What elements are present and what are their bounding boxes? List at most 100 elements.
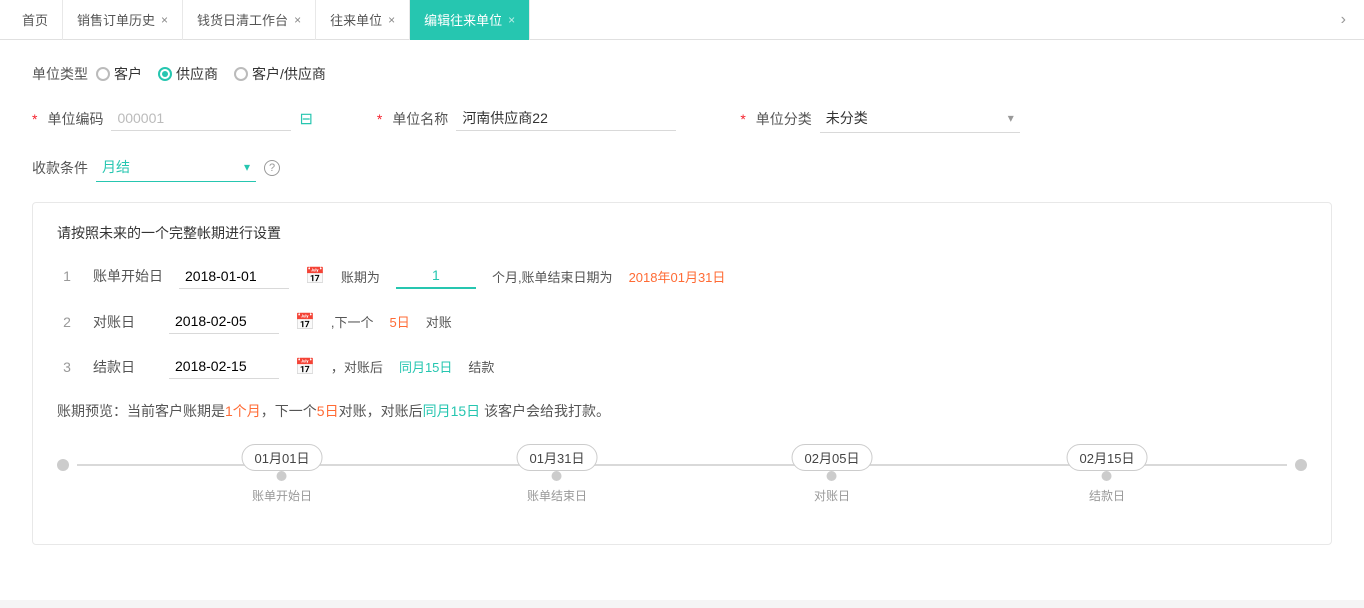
period-cal-2[interactable]: 📅 <box>295 312 315 332</box>
preview-part4: 对账，对账后 <box>339 403 423 419</box>
timeline-node-4: 02月15日 结款日 <box>1067 444 1148 504</box>
timeline-node-1: 01月01日 账单开始日 <box>242 444 323 504</box>
tab-cash-work-label: 钱货日清工作台 <box>197 10 288 29</box>
unit-type-label: 单位类型 <box>32 64 88 84</box>
timeline-end-dot <box>1295 459 1307 471</box>
radio-customer-circle[interactable] <box>96 67 110 81</box>
payment-condition-value: 月结 <box>102 157 238 177</box>
radio-both[interactable]: 客户/供应商 <box>234 64 326 84</box>
radio-customer-label: 客户 <box>114 64 142 84</box>
timeline-dot-2 <box>552 471 562 481</box>
period-num-3: 3 <box>57 359 77 375</box>
payment-condition-field: 收款条件 月结 ▾ ? <box>32 153 280 182</box>
timeline-label-2: 账单结束日 <box>527 487 587 504</box>
radio-supplier[interactable]: 供应商 <box>158 64 218 84</box>
unit-category-chevron: ▾ <box>1008 111 1014 125</box>
radio-customer[interactable]: 客户 <box>96 64 142 84</box>
period-date-3[interactable] <box>169 354 279 379</box>
tab-sales-history[interactable]: 销售订单历史 × <box>63 0 183 40</box>
timeline-dot-4 <box>1102 471 1112 481</box>
tab-more-button[interactable]: › <box>1331 11 1356 29</box>
close-sales-history-icon[interactable]: × <box>161 13 168 27</box>
unit-code-copy-icon[interactable]: ⊟ <box>299 109 312 129</box>
period-end-date: 2018年01月31日 <box>629 267 726 286</box>
payment-condition-label: 收款条件 <box>32 158 88 178</box>
radio-both-circle[interactable] <box>234 67 248 81</box>
period-desc-3-highlight: 同月15日 <box>399 357 452 376</box>
radio-supplier-circle[interactable] <box>158 67 172 81</box>
period-label-3: 结款日 <box>93 357 153 377</box>
payment-condition-row: 收款条件 月结 ▾ ? <box>32 153 1332 182</box>
preview-part2: ，下一个 <box>261 403 317 419</box>
period-desc-2-prefix: ,下一个 <box>331 312 374 331</box>
timeline: 01月01日 账单开始日 01月31日 账单结束日 02月05日 对账日 02月… <box>57 444 1307 524</box>
payment-condition-select[interactable]: 月结 ▾ <box>96 153 256 182</box>
period-desc-3-prefix: ，对账后 <box>331 357 383 376</box>
period-desc-prefix-1: 账期为 <box>341 267 380 286</box>
unit-category-field: * 单位分类 未分类 ▾ <box>740 104 1019 133</box>
timeline-badge-4: 02月15日 <box>1067 444 1148 471</box>
unit-name-field: * 单位名称 <box>377 106 676 131</box>
close-cash-work-icon[interactable]: × <box>294 13 301 27</box>
period-label-2: 对账日 <box>93 312 153 332</box>
preview-prefix: 账期预览：当前客户账期是 <box>57 403 225 419</box>
unit-category-required: * <box>740 111 745 127</box>
tab-contacts-label: 往来单位 <box>330 10 382 29</box>
tab-bar: 首页 销售订单历史 × 钱货日清工作台 × 往来单位 × 编辑往来单位 × › <box>0 0 1364 40</box>
period-row-1: 1 账单开始日 📅 账期为 个月,账单结束日期为 2018年01月31日 <box>57 263 1307 289</box>
period-months-input[interactable] <box>396 263 476 289</box>
main-content: 单位类型 客户 供应商 客户/供应商 * 单位编码 <box>0 40 1364 600</box>
unit-code-required: * <box>32 111 37 127</box>
unit-name-input[interactable] <box>456 106 676 131</box>
period-cal-3[interactable]: 📅 <box>295 357 315 377</box>
timeline-node-3: 02月05日 对账日 <box>792 444 873 504</box>
timeline-badge-1: 01月01日 <box>242 444 323 471</box>
period-row-3: 3 结款日 📅 ，对账后 同月15日 结款 <box>57 354 1307 379</box>
period-row-2: 2 对账日 📅 ,下一个 5日 对账 <box>57 309 1307 334</box>
period-cal-1[interactable]: 📅 <box>305 266 325 286</box>
timeline-badge-2: 01月31日 <box>517 444 598 471</box>
timeline-label-4: 结款日 <box>1089 487 1125 504</box>
tab-edit-contacts-label: 编辑往来单位 <box>424 10 502 29</box>
unit-code-label: 单位编码 <box>47 109 103 129</box>
payment-condition-chevron: ▾ <box>244 160 250 174</box>
unit-name-label: 单位名称 <box>392 109 448 129</box>
tab-contacts[interactable]: 往来单位 × <box>316 0 410 40</box>
tab-cash-work[interactable]: 钱货日清工作台 × <box>183 0 316 40</box>
unit-category-value: 未分类 <box>826 108 1002 128</box>
unit-type-field: 单位类型 客户 供应商 客户/供应商 <box>32 64 326 84</box>
period-desc-2-highlight: 5日 <box>390 312 410 331</box>
payment-condition-help-icon[interactable]: ? <box>264 160 280 176</box>
tab-edit-contacts[interactable]: 编辑往来单位 × <box>410 0 530 40</box>
unit-name-required: * <box>377 111 382 127</box>
period-date-2[interactable] <box>169 309 279 334</box>
timeline-badge-3: 02月05日 <box>792 444 873 471</box>
period-card: 请按照未来的一个完整帐期进行设置 1 账单开始日 📅 账期为 个月,账单结束日期… <box>32 202 1332 545</box>
timeline-dot-1 <box>277 471 287 481</box>
unit-info-row: * 单位编码 ⊟ * 单位名称 * 单位分类 未分类 ▾ <box>32 104 1332 133</box>
period-label-1: 账单开始日 <box>93 266 163 286</box>
period-date-1[interactable] <box>179 264 289 289</box>
close-edit-contacts-icon[interactable]: × <box>508 13 515 27</box>
timeline-node-2: 01月31日 账单结束日 <box>517 444 598 504</box>
unit-code-input[interactable] <box>111 106 291 131</box>
unit-category-select[interactable]: 未分类 ▾ <box>820 104 1020 133</box>
tab-sales-history-label: 销售订单历史 <box>77 10 155 29</box>
preview-part5: 同月15日 <box>423 403 481 419</box>
close-contacts-icon[interactable]: × <box>388 13 395 27</box>
tab-home-label: 首页 <box>22 10 48 29</box>
timeline-start-dot <box>57 459 69 471</box>
timeline-label-1: 账单开始日 <box>252 487 312 504</box>
period-desc-2-suffix: 对账 <box>426 312 452 331</box>
timeline-dot-3 <box>827 471 837 481</box>
preview-part6: 该客户会给我打款。 <box>484 403 610 419</box>
unit-type-radio-group: 客户 供应商 客户/供应商 <box>96 64 326 84</box>
unit-category-label: 单位分类 <box>756 109 812 129</box>
timeline-label-3: 对账日 <box>814 487 850 504</box>
period-num-1: 1 <box>57 268 77 284</box>
period-desc-suffix-1: 个月,账单结束日期为 <box>492 267 613 286</box>
unit-type-row: 单位类型 客户 供应商 客户/供应商 <box>32 64 1332 84</box>
radio-both-label: 客户/供应商 <box>252 64 326 84</box>
period-num-2: 2 <box>57 314 77 330</box>
tab-home[interactable]: 首页 <box>8 0 63 40</box>
